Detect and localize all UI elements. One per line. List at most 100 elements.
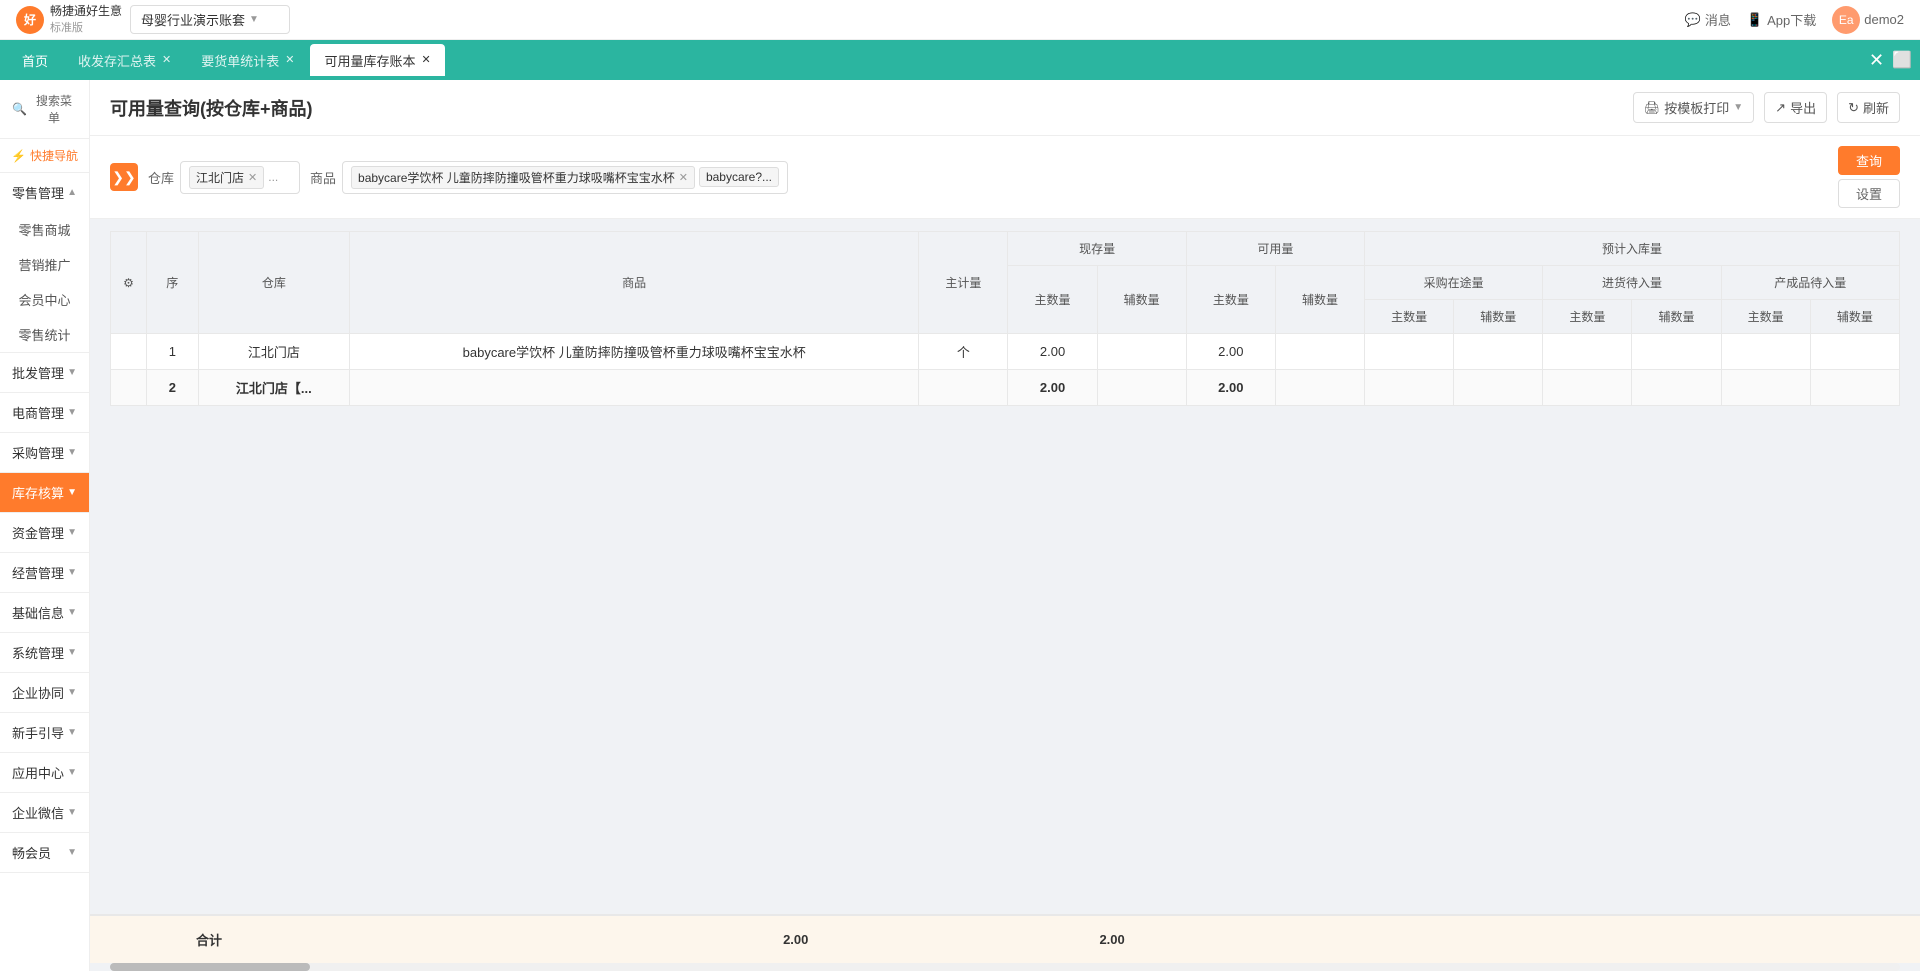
row1-unit: 个 — [919, 334, 1008, 370]
sidebar-item-retail-stats[interactable]: 零售统计 — [0, 317, 89, 352]
th-inc-main: 主数量 — [1543, 300, 1632, 334]
chevron-down-icon: ▼ — [67, 807, 77, 818]
main-layout: 🔍 搜索菜单 ⚡ 快捷导航 零售管理 ▲ 零售商城 营销推广 会员中心 零售统计 — [0, 80, 1920, 971]
th-purchase-transit: 采购在途量 — [1365, 266, 1543, 300]
tab-available-stock[interactable]: 可用量库存账本 ✕ — [310, 44, 444, 76]
chevron-down-icon: ▼ — [67, 367, 77, 378]
tab-order-stats[interactable]: 要货单统计表 ✕ — [187, 44, 308, 76]
content-area: 可用量查询(按仓库+商品) 🖨 按模板打印 ▼ ↗ 导出 ↻ 刷新 ❯❯ — [90, 80, 1920, 971]
row1-current-aux — [1097, 334, 1186, 370]
settings-button[interactable]: 设置 — [1838, 179, 1900, 208]
user-menu[interactable]: Ea demo2 — [1832, 6, 1904, 34]
print-icon: 🖨 — [1644, 100, 1661, 116]
sidebar-section-member: 畅会员 ▼ — [0, 833, 89, 873]
quick-nav-btn[interactable]: ⚡ 快捷导航 — [0, 139, 89, 173]
data-table: ⚙ 序 仓库 商品 主计量 现存量 可用量 预计入库量 主数量 辅数量 主数量 … — [110, 231, 1900, 406]
row1-prod-aux — [1810, 334, 1899, 370]
row1-pt-aux — [1454, 334, 1543, 370]
sidebar-section-member-header[interactable]: 畅会员 ▼ — [0, 833, 89, 872]
chevron-down-icon: ▼ — [67, 527, 77, 538]
th-current-main: 主数量 — [1008, 266, 1097, 334]
chevron-down-icon: ▼ — [67, 727, 77, 738]
warehouse-filter-input[interactable]: 江北门店 ✕ ... — [180, 161, 300, 194]
chevron-down-icon: ▼ — [67, 487, 77, 498]
logo-text: 畅捷通好生意 — [50, 4, 122, 20]
th-planned-in: 预计入库量 — [1365, 232, 1900, 266]
app-download-btn[interactable]: 📱 App下载 — [1747, 10, 1816, 29]
row2-unit — [919, 370, 1008, 406]
industry-selector[interactable]: 母婴行业演示账套 ▼ — [130, 5, 290, 34]
logo-area: 好 畅捷通好生意 标准版 — [16, 4, 122, 36]
row2-prod-main — [1721, 370, 1810, 406]
sidebar-section-retail: 零售管理 ▲ 零售商城 营销推广 会员中心 零售统计 — [0, 173, 89, 353]
row1-pt-main — [1365, 334, 1454, 370]
row2-inc-main — [1543, 370, 1632, 406]
sidebar-section-wechat-header[interactable]: 企业微信 ▼ — [0, 793, 89, 832]
page-title: 可用量查询(按仓库+商品) — [110, 95, 313, 121]
maximize-icon[interactable]: ⬜ — [1892, 50, 1912, 70]
sidebar-section-ecommerce-header[interactable]: 电商管理 ▼ — [0, 393, 89, 432]
table-row: 2 江北门店【... 2.00 2.00 — [111, 370, 1900, 406]
sidebar-item-retail-mall[interactable]: 零售商城 — [0, 212, 89, 247]
sidebar-section-purchase-header[interactable]: 采购管理 ▼ — [0, 433, 89, 472]
sidebar-section-basics: 基础信息 ▼ — [0, 593, 89, 633]
sidebar: 🔍 搜索菜单 ⚡ 快捷导航 零售管理 ▲ 零售商城 营销推广 会员中心 零售统计 — [0, 80, 90, 971]
query-button[interactable]: 查询 — [1838, 146, 1900, 175]
tab-receive-summary[interactable]: 收发存汇总表 ✕ — [64, 44, 185, 76]
warehouse-more-btn[interactable]: ... — [268, 170, 278, 184]
phone-icon: 📱 — [1747, 12, 1763, 28]
sidebar-section-appcenter: 应用中心 ▼ — [0, 753, 89, 793]
tab-home[interactable]: 首页 — [8, 44, 62, 76]
close-tab-available-stock[interactable]: ✕ — [422, 55, 431, 66]
th-product: 商品 — [350, 232, 919, 334]
row2-pt-main — [1365, 370, 1454, 406]
scrollbar-thumb[interactable] — [110, 963, 310, 971]
sidebar-section-enterprise: 企业协同 ▼ — [0, 673, 89, 713]
close-tab-receive-summary[interactable]: ✕ — [162, 55, 171, 66]
row1-prod-main — [1721, 334, 1810, 370]
table-footer: 合计 2.00 2.00 — [90, 914, 1920, 963]
sidebar-section-basics-header[interactable]: 基础信息 ▼ — [0, 593, 89, 632]
sidebar-section-purchase: 采购管理 ▼ — [0, 433, 89, 473]
sidebar-item-member-center[interactable]: 会员中心 — [0, 282, 89, 317]
th-prod-aux: 辅数量 — [1810, 300, 1899, 334]
sidebar-section-retail-header[interactable]: 零售管理 ▲ — [0, 173, 89, 212]
export-btn[interactable]: ↗ 导出 — [1764, 92, 1827, 123]
row1-inc-aux — [1632, 334, 1721, 370]
row1-current-main: 2.00 — [1008, 334, 1097, 370]
product-tag-1: babycare学饮杯 儿童防摔防撞吸管杯重力球吸嘴杯宝宝水杯 ✕ — [351, 166, 695, 189]
close-tab-order-stats[interactable]: ✕ — [285, 55, 294, 66]
sidebar-section-appcenter-header[interactable]: 应用中心 ▼ — [0, 753, 89, 792]
sidebar-section-ecommerce: 电商管理 ▼ — [0, 393, 89, 433]
message-btn[interactable]: 💬 消息 — [1685, 10, 1731, 29]
sidebar-section-enterprise-header[interactable]: 企业协同 ▼ — [0, 673, 89, 712]
filter-toggle-btn[interactable]: ❯❯ — [110, 163, 138, 191]
sidebar-section-operations-header[interactable]: 经营管理 ▼ — [0, 553, 89, 592]
sidebar-item-marketing[interactable]: 营销推广 — [0, 247, 89, 282]
sidebar-section-wholesale: 批发管理 ▼ — [0, 353, 89, 393]
sidebar-section-newuser-header[interactable]: 新手引导 ▼ — [0, 713, 89, 752]
page-header: 可用量查询(按仓库+商品) 🖨 按模板打印 ▼ ↗ 导出 ↻ 刷新 — [90, 80, 1920, 136]
product-filter-input[interactable]: babycare学饮杯 儿童防摔防撞吸管杯重力球吸嘴杯宝宝水杯 ✕ babyca… — [342, 161, 788, 194]
filter-warehouse-group: 仓库 江北门店 ✕ ... — [148, 161, 300, 194]
sidebar-section-wechat: 企业微信 ▼ — [0, 793, 89, 833]
footer-current-main: 2.00 — [686, 924, 905, 955]
print-btn[interactable]: 🖨 按模板打印 ▼ — [1633, 92, 1754, 123]
row2-current-aux — [1097, 370, 1186, 406]
filter-area: ❯❯ 仓库 江北门店 ✕ ... 商品 babycare学饮杯 儿童防摔防撞吸管… — [90, 136, 1920, 219]
refresh-btn[interactable]: ↻ 刷新 — [1837, 92, 1900, 123]
th-production: 产成品待入量 — [1721, 266, 1899, 300]
sidebar-section-finance-header[interactable]: 资金管理 ▼ — [0, 513, 89, 552]
sidebar-section-system-header[interactable]: 系统管理 ▼ — [0, 633, 89, 672]
search-menu-btn[interactable]: 🔍 搜索菜单 — [8, 88, 81, 130]
row2-available-main: 2.00 — [1186, 370, 1275, 406]
horizontal-scrollbar[interactable] — [110, 963, 1900, 971]
sidebar-section-wholesale-header[interactable]: 批发管理 ▼ — [0, 353, 89, 392]
page-actions: 🖨 按模板打印 ▼ ↗ 导出 ↻ 刷新 — [1633, 92, 1900, 123]
close-window-icon[interactable]: ✕ — [1869, 50, 1884, 71]
remove-warehouse-tag[interactable]: ✕ — [248, 171, 257, 184]
sidebar-section-newuser: 新手引导 ▼ — [0, 713, 89, 753]
message-icon: 💬 — [1685, 12, 1701, 28]
remove-product-tag-1[interactable]: ✕ — [679, 171, 688, 184]
sidebar-section-inventory-header[interactable]: 库存核算 ▼ — [0, 473, 89, 512]
